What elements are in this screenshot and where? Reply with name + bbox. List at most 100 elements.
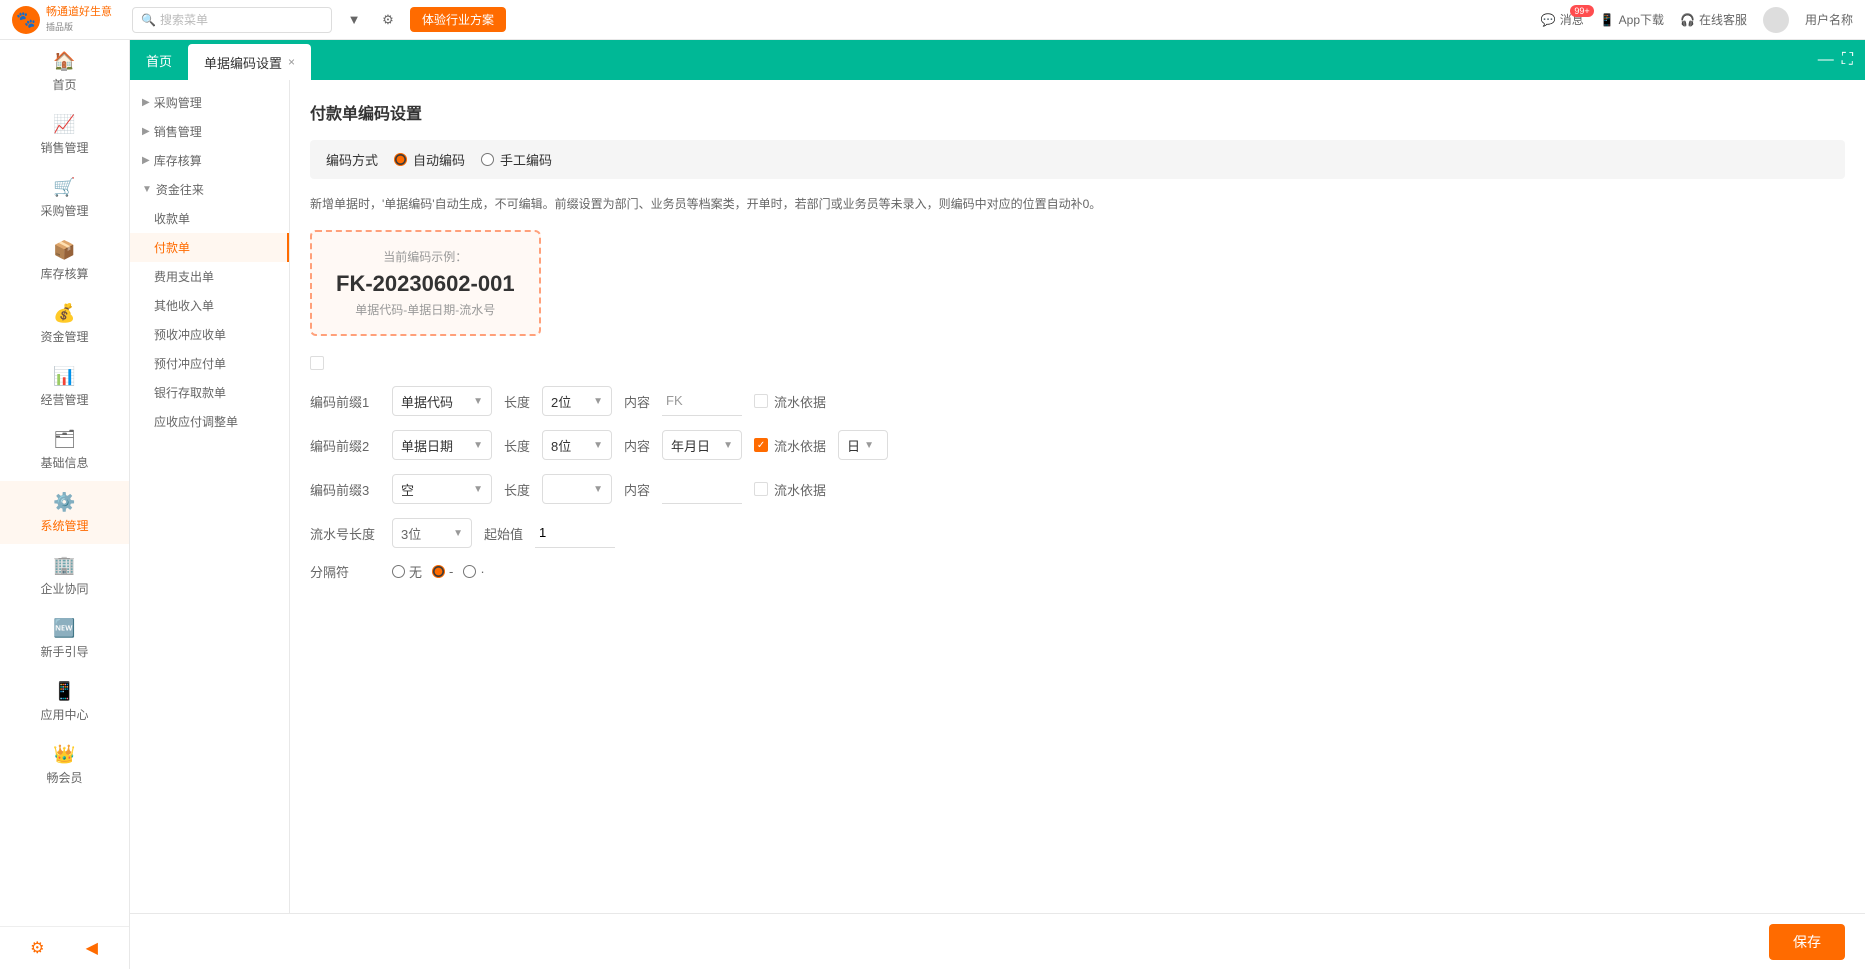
basic-icon: 🗂 [54, 428, 76, 450]
prefix2-content-select[interactable]: 年月日 ▼ [662, 430, 742, 460]
sidebar-item-system[interactable]: ⚙️ 系统管理 [0, 481, 129, 544]
sidebar-item-home[interactable]: 🏠 首页 [0, 40, 129, 103]
tab-maximize-icon[interactable]: ⛶ [1842, 51, 1853, 69]
prefix1-length-select[interactable]: 2位 ▼ [542, 386, 612, 416]
start-value-input[interactable] [535, 518, 615, 548]
top-bar-right: 💬 消息 99+ 📱 App下载 🎧 在线客服 用户名称 [1541, 7, 1853, 33]
serial-length-label: 流水号长度 [310, 524, 380, 543]
save-button[interactable]: 保存 [1769, 924, 1845, 960]
prefix1-select[interactable]: 单据代码 ▼ [392, 386, 492, 416]
prefix2-day-select[interactable]: 日 ▼ [838, 430, 888, 460]
left-nav-item-payment[interactable]: 付款单 [130, 233, 289, 262]
gear-icon[interactable]: ⚙ [376, 8, 400, 32]
separator-dot-label[interactable]: · [463, 564, 484, 579]
prefix2-day-arrow: ▼ [864, 440, 874, 451]
prefix3-label: 编码前缀3 [310, 480, 380, 499]
collapse-icon[interactable]: ◀ [81, 937, 103, 959]
prefix3-length-select[interactable]: ▼ [542, 474, 612, 504]
left-nav-item-receipt[interactable]: 收款单 [130, 204, 289, 233]
sidebar-item-app[interactable]: 📱 应用中心 [0, 670, 129, 733]
tab-close-icon[interactable]: × [288, 55, 295, 69]
manual-encode-label[interactable]: 手工编码 [481, 150, 552, 169]
service-icon: 🎧 [1680, 13, 1695, 27]
prefix3-row: 编码前缀3 空 ▼ 长度 ▼ 内容 流水依据 [310, 474, 1845, 504]
left-nav-sales[interactable]: ▶ 销售管理 [130, 117, 289, 146]
separator-dash-label[interactable]: - [432, 564, 453, 579]
sidebar-item-enterprise[interactable]: 🏢 企业协同 [0, 544, 129, 607]
sidebar-item-basic[interactable]: 🗂 基础信息 [0, 418, 129, 481]
left-nav: ▶ 采购管理 ▶ 销售管理 ▶ 库存核算 [130, 80, 290, 913]
left-nav-item-advance-payment[interactable]: 预付冲应付单 [130, 349, 289, 378]
sidebar-item-inventory[interactable]: 📦 库存核算 [0, 229, 129, 292]
inventory-icon: 📦 [54, 239, 76, 261]
sidebar-item-finance[interactable]: 💰 资金管理 [0, 292, 129, 355]
page-title: 付款单编码设置 [310, 100, 1845, 124]
separator-row: 分隔符 无 - · [310, 562, 1845, 581]
preview-label: 当前编码示例： [336, 248, 515, 265]
prefix3-serial-checkbox[interactable] [754, 482, 768, 496]
separator-none-label[interactable]: 无 [392, 562, 422, 581]
expand-arrow-purchase: ▶ [142, 97, 150, 108]
prefix2-serial-checkbox[interactable]: ✓ [754, 438, 768, 452]
left-nav-item-bank[interactable]: 银行存取款单 [130, 378, 289, 407]
separator-dash-radio[interactable] [432, 565, 445, 578]
separator-none-radio[interactable] [392, 565, 405, 578]
top-bar: 🐾 畅通道好生意 插品版 🔍 搜索菜单 ▼ ⚙ 体验行业方案 💬 消息 99+ … [0, 0, 1865, 40]
auto-encode-label[interactable]: 自动编码 [394, 150, 465, 169]
dropdown-arrow[interactable]: ▼ [342, 8, 366, 32]
message-btn[interactable]: 💬 消息 99+ [1541, 11, 1584, 28]
prefix1-label: 编码前缀1 [310, 392, 380, 411]
sidebar-item-sales[interactable]: 📈 销售管理 [0, 103, 129, 166]
prefix2-select[interactable]: 单据日期 ▼ [392, 430, 492, 460]
start-value-label: 起始值 [484, 524, 523, 543]
enterprise-icon: 🏢 [54, 554, 76, 576]
tab-bar: 首页 单据编码设置 × — ⛶ [130, 40, 1865, 80]
tab-home[interactable]: 首页 [130, 40, 188, 80]
settings-bottom-icon[interactable]: ⚙ [26, 937, 48, 959]
separator-radio-group: 无 - · [392, 562, 485, 581]
left-nav-item-expense[interactable]: 费用支出单 [130, 262, 289, 291]
separator-dot-radio[interactable] [463, 565, 476, 578]
manual-encode-radio[interactable] [481, 153, 494, 166]
prefix1-serial-checkbox[interactable] [754, 394, 768, 408]
tab-bar-actions: — ⛶ [1818, 51, 1865, 69]
encode-method-row: 编码方式 自动编码 手工编码 [310, 140, 1845, 179]
prefix1-row: 编码前缀1 单据代码 ▼ 长度 2位 ▼ 内容 FK [310, 386, 1845, 416]
message-icon: 💬 [1541, 13, 1556, 27]
prefix3-select[interactable]: 空 ▼ [392, 474, 492, 504]
sidebar-item-operations[interactable]: 📊 经营管理 [0, 355, 129, 418]
prefix3-serial-check: 流水依据 [754, 480, 826, 499]
sales-icon: 📈 [54, 113, 76, 135]
online-service-btn[interactable]: 🎧 在线客服 [1680, 11, 1747, 28]
prefix2-content-arrow: ▼ [723, 440, 733, 451]
left-nav-capital[interactable]: ▼ 资金往来 [130, 175, 289, 204]
avatar[interactable] [1763, 7, 1789, 33]
preview-desc: 单据代码-单据日期-流水号 [336, 301, 515, 318]
left-nav-purchase[interactable]: ▶ 采购管理 [130, 88, 289, 117]
auto-encode-radio[interactable] [394, 153, 407, 166]
left-nav-item-other-income[interactable]: 其他收入单 [130, 291, 289, 320]
logo: 🐾 畅通道好生意 插品版 [12, 6, 112, 34]
app-download-btn[interactable]: 📱 App下载 [1600, 11, 1664, 28]
encode-method-label: 编码方式 [326, 150, 378, 169]
auto-fill-checkbox[interactable] [310, 356, 324, 370]
sidebar-item-member[interactable]: 👑 畅会员 [0, 733, 129, 796]
left-nav-item-adjustment[interactable]: 应收应付调整单 [130, 407, 289, 436]
prefix2-length-select[interactable]: 8位 ▼ [542, 430, 612, 460]
left-nav-inventory[interactable]: ▶ 库存核算 [130, 146, 289, 175]
guide-icon: 🆕 [54, 617, 76, 639]
left-nav-item-advance-receipt[interactable]: 预收冲应收单 [130, 320, 289, 349]
tab-encode-settings[interactable]: 单据编码设置 × [188, 44, 311, 80]
prefix2-content-label: 内容 [624, 436, 650, 455]
sidebar-item-purchase[interactable]: 🛒 采购管理 [0, 166, 129, 229]
prefix1-arrow: ▼ [473, 396, 483, 407]
prefix2-row: 编码前缀2 单据日期 ▼ 长度 8位 ▼ 内容 年月日 ▼ [310, 430, 1845, 460]
tab-minimize-icon[interactable]: — [1818, 51, 1834, 69]
serial-length-select[interactable]: 3位 ▼ [392, 518, 472, 548]
search-bar[interactable]: 🔍 搜索菜单 [132, 7, 332, 33]
sidebar-item-guide[interactable]: 🆕 新手引导 [0, 607, 129, 670]
experience-btn[interactable]: 体验行业方案 [410, 7, 506, 32]
prefix1-content-input: FK [662, 386, 742, 416]
prefix2-label: 编码前缀2 [310, 436, 380, 455]
user-name: 用户名称 [1805, 11, 1853, 28]
